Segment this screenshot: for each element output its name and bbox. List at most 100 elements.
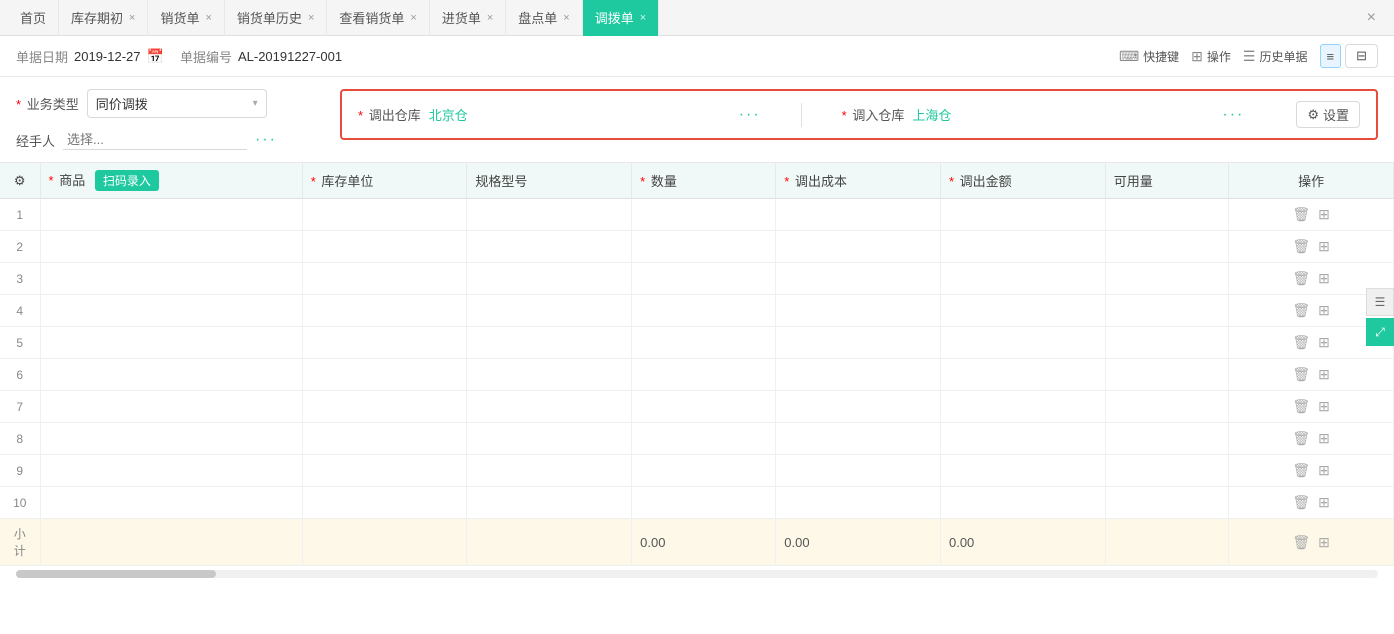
row-delete-icon[interactable]: 🗑	[1292, 334, 1310, 351]
row-unit-cell[interactable]	[302, 423, 467, 455]
row-cost-cell[interactable]	[776, 359, 941, 391]
row-amount-cell[interactable]	[940, 263, 1105, 295]
row-copy-icon[interactable]: ⊞	[1318, 334, 1330, 351]
row-cost-cell[interactable]	[776, 231, 941, 263]
row-unit-cell[interactable]	[302, 391, 467, 423]
row-cost-cell[interactable]	[776, 327, 941, 359]
row-unit-cell[interactable]	[302, 359, 467, 391]
tab-transfer-order-close[interactable]: ×	[640, 12, 646, 24]
row-spec-cell[interactable]	[467, 391, 632, 423]
row-unit-cell[interactable]	[302, 199, 467, 231]
row-copy-icon[interactable]: ⊞	[1318, 270, 1330, 287]
tab-purchase-order-close[interactable]: ×	[487, 12, 493, 24]
warehouse-in-value[interactable]: 上海仓	[912, 105, 951, 124]
tab-inventory-check-close[interactable]: ×	[563, 12, 569, 24]
row-cost-cell[interactable]	[776, 199, 941, 231]
row-spec-cell[interactable]	[467, 423, 632, 455]
row-copy-icon[interactable]: ⊞	[1318, 238, 1330, 255]
row-unit-cell[interactable]	[302, 295, 467, 327]
row-unit-cell[interactable]	[302, 487, 467, 519]
row-copy-icon[interactable]: ⊞	[1318, 398, 1330, 415]
tab-sales-order-close[interactable]: ×	[205, 12, 211, 24]
row-qty-cell[interactable]	[632, 487, 776, 519]
row-product-cell[interactable]	[40, 263, 302, 295]
row-unit-cell[interactable]	[302, 231, 467, 263]
row-delete-icon[interactable]: 🗑	[1292, 462, 1310, 479]
operations-button[interactable]: ⊞ 操作	[1191, 48, 1231, 65]
row-delete-icon[interactable]: 🗑	[1292, 206, 1310, 223]
tab-inventory-init[interactable]: 库存期初 ×	[59, 0, 148, 36]
row-cost-cell[interactable]	[776, 455, 941, 487]
row-spec-cell[interactable]	[467, 295, 632, 327]
row-amount-cell[interactable]	[940, 199, 1105, 231]
warehouse-out-ellipsis[interactable]: ···	[739, 106, 761, 124]
row-spec-cell[interactable]	[467, 263, 632, 295]
row-amount-cell[interactable]	[940, 295, 1105, 327]
tab-sales-order[interactable]: 销货单 ×	[148, 0, 224, 36]
shortcut-button[interactable]: ⌨ 快捷键	[1119, 48, 1179, 65]
row-amount-cell[interactable]	[940, 231, 1105, 263]
row-qty-cell[interactable]	[632, 327, 776, 359]
row-qty-cell[interactable]	[632, 295, 776, 327]
row-amount-cell[interactable]	[940, 487, 1105, 519]
row-qty-cell[interactable]	[632, 231, 776, 263]
row-copy-icon[interactable]: ⊞	[1318, 430, 1330, 447]
handler-ellipsis[interactable]: ···	[255, 131, 277, 149]
calendar-icon[interactable]: 📅	[147, 48, 164, 65]
tab-sales-history[interactable]: 销货单历史 ×	[225, 0, 327, 36]
row-unit-cell[interactable]	[302, 327, 467, 359]
row-spec-cell[interactable]	[467, 455, 632, 487]
tab-view-sales-close[interactable]: ×	[410, 12, 416, 24]
tab-inventory-check[interactable]: 盘点单 ×	[506, 0, 582, 36]
row-copy-icon[interactable]: ⊞	[1318, 366, 1330, 383]
row-spec-cell[interactable]	[467, 359, 632, 391]
tab-inventory-init-close[interactable]: ×	[129, 12, 135, 24]
row-qty-cell[interactable]	[632, 391, 776, 423]
row-amount-cell[interactable]	[940, 455, 1105, 487]
scrollbar-thumb[interactable]	[16, 570, 216, 578]
row-cost-cell[interactable]	[776, 391, 941, 423]
row-product-cell[interactable]	[40, 327, 302, 359]
row-delete-icon[interactable]: 🗑	[1292, 270, 1310, 287]
row-unit-cell[interactable]	[302, 263, 467, 295]
row-product-cell[interactable]	[40, 487, 302, 519]
side-list-button[interactable]: ☰	[1366, 288, 1394, 316]
row-delete-icon[interactable]: 🗑	[1292, 302, 1310, 319]
row-spec-cell[interactable]	[467, 487, 632, 519]
row-qty-cell[interactable]	[632, 199, 776, 231]
col-gear[interactable]: ⚙	[0, 163, 40, 199]
row-product-cell[interactable]	[40, 231, 302, 263]
row-delete-icon[interactable]: 🗑	[1292, 430, 1310, 447]
row-cost-cell[interactable]	[776, 295, 941, 327]
row-unit-cell[interactable]	[302, 455, 467, 487]
row-amount-cell[interactable]	[940, 391, 1105, 423]
row-copy-icon[interactable]: ⊞	[1318, 206, 1330, 223]
window-close-button[interactable]: ×	[1357, 9, 1386, 27]
row-spec-cell[interactable]	[467, 231, 632, 263]
tab-purchase-order[interactable]: 进货单 ×	[430, 0, 506, 36]
row-qty-cell[interactable]	[632, 455, 776, 487]
row-qty-cell[interactable]	[632, 359, 776, 391]
row-copy-icon[interactable]: ⊞	[1318, 462, 1330, 479]
warehouse-out-value[interactable]: 北京仓	[429, 105, 468, 124]
tab-transfer-order[interactable]: 调拨单 ×	[583, 0, 659, 36]
row-delete-icon[interactable]: 🗑	[1292, 534, 1310, 551]
row-amount-cell[interactable]	[940, 359, 1105, 391]
row-product-cell[interactable]	[40, 199, 302, 231]
row-copy-icon[interactable]: ⊞	[1318, 302, 1330, 319]
business-type-select[interactable]: 同价调拨 ▾	[87, 89, 267, 118]
row-spec-cell[interactable]	[467, 327, 632, 359]
scan-barcode-button[interactable]: 扫码录入	[95, 170, 159, 191]
row-delete-icon[interactable]: 🗑	[1292, 238, 1310, 255]
row-copy-icon[interactable]: ⊞	[1318, 494, 1330, 511]
row-cost-cell[interactable]	[776, 263, 941, 295]
row-product-cell[interactable]	[40, 295, 302, 327]
row-spec-cell[interactable]	[467, 199, 632, 231]
side-expand-button[interactable]: ⤢	[1366, 318, 1394, 346]
row-copy-icon[interactable]: ⊞	[1318, 534, 1330, 551]
row-qty-cell[interactable]	[632, 263, 776, 295]
row-delete-icon[interactable]: 🗑	[1292, 398, 1310, 415]
row-qty-cell[interactable]	[632, 423, 776, 455]
row-cost-cell[interactable]	[776, 487, 941, 519]
row-cost-cell[interactable]	[776, 423, 941, 455]
